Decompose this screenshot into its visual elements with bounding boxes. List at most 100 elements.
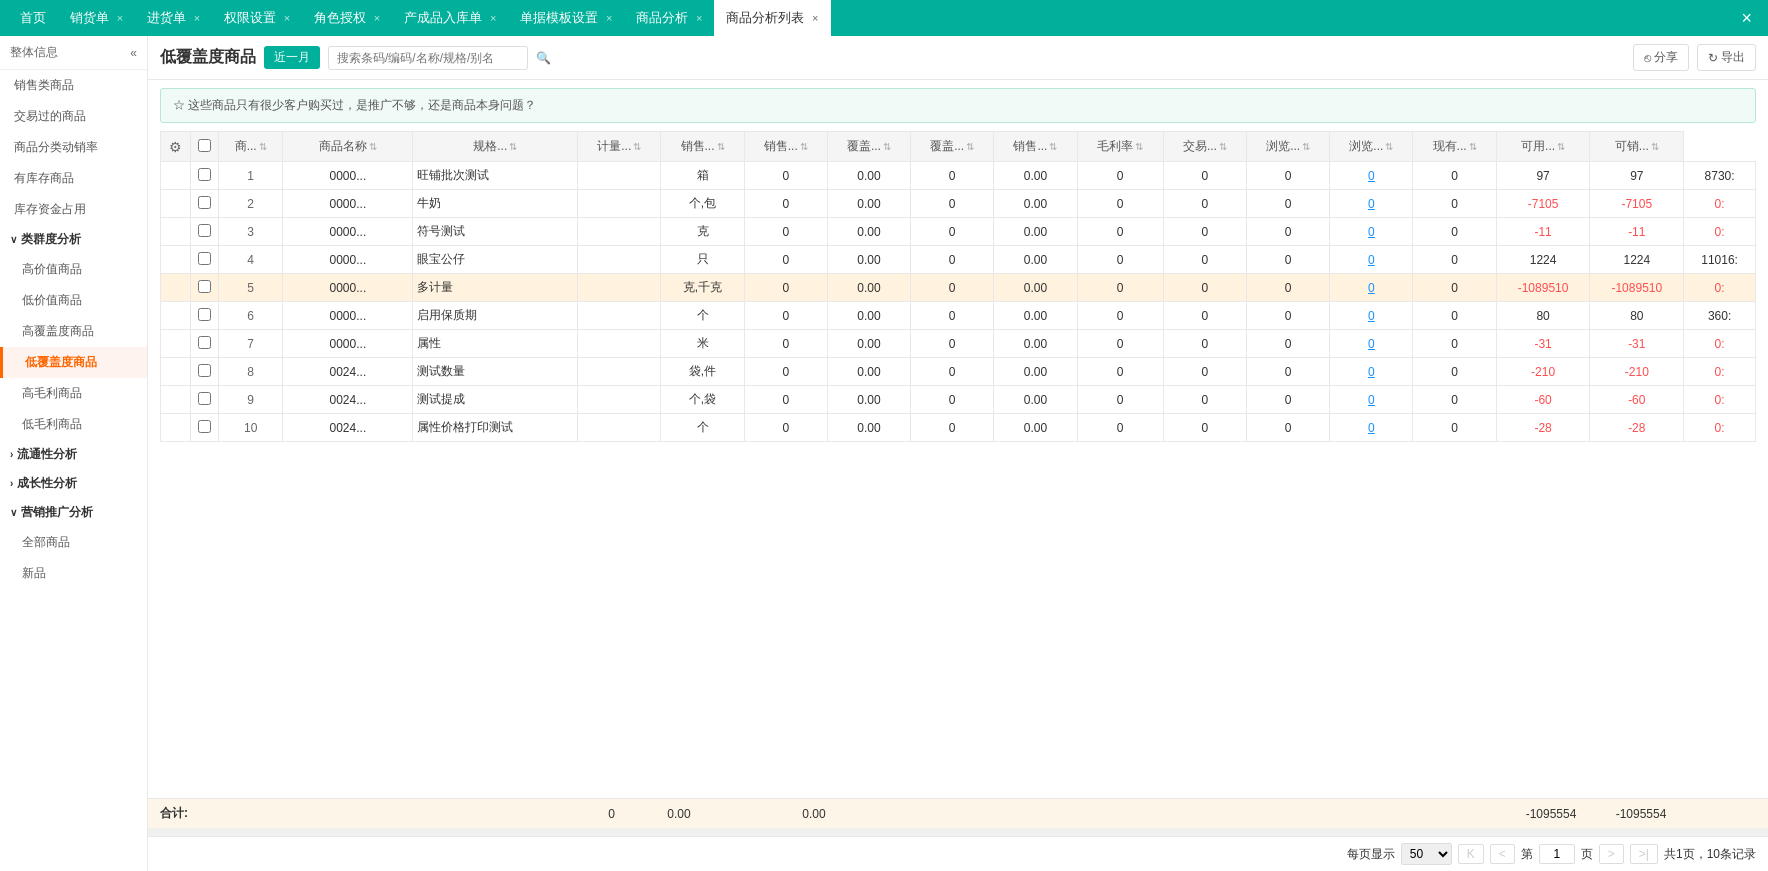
row-select-checkbox[interactable] [198,392,211,405]
next-page-button[interactable]: > [1599,844,1624,864]
period-button[interactable]: 近一月 [264,46,320,69]
row-select-checkbox[interactable] [198,364,211,377]
row-checkbox[interactable] [191,386,219,414]
column-settings-icon[interactable]: ⚙ [169,139,182,155]
nav-close-sales[interactable]: × [117,12,123,24]
nav-close-goods-list[interactable]: × [812,12,818,24]
nav-goods-analysis-list[interactable]: 商品分析列表 × [714,0,830,36]
sales-qty-col-header[interactable]: 销售...⇅ [661,132,744,162]
sidebar-item-high-value[interactable]: 高价值商品 [0,254,147,285]
sales-days-col-header[interactable]: 销售...⇅ [994,132,1077,162]
search-input[interactable] [328,46,528,70]
nav-home[interactable]: 首页 [8,0,58,36]
page-number-input[interactable] [1539,844,1575,864]
nav-template-setting[interactable]: 单据模板设置 × [508,0,624,36]
export-button[interactable]: ↻ 导出 [1697,44,1756,71]
row-name[interactable]: 启用保质期 [413,302,578,330]
row-browse1[interactable]: 0 [1330,358,1413,386]
prev-page-button[interactable]: < [1490,844,1515,864]
sidebar-toggle[interactable]: 整体信息 « [0,36,147,70]
sidebar-section-marketing[interactable]: ∨ 营销推广分析 [0,498,147,527]
sidebar-item-sales-goods[interactable]: 销售类商品 [0,70,147,101]
row-checkbox[interactable] [191,190,219,218]
nav-close-goods-analysis[interactable]: × [696,12,702,24]
row-name[interactable]: 牛奶 [413,190,578,218]
nav-product-inbound[interactable]: 产成品入库单 × [392,0,508,36]
sidebar-item-category-rate[interactable]: 商品分类动销率 [0,132,147,163]
unit-col-header[interactable]: 计量...⇅ [578,132,661,162]
row-name[interactable]: 测试提成 [413,386,578,414]
sidebar-item-high-margin[interactable]: 高毛利商品 [0,378,147,409]
row-name[interactable]: 属性价格打印测试 [413,414,578,442]
browse1-col-header[interactable]: 浏览...⇅ [1247,132,1330,162]
row-settings[interactable] [161,162,191,190]
table-wrapper[interactable]: ⚙ 商...⇅ 商品名称⇅ 规格...⇅ 计量...⇅ 销售...⇅ 销售...… [148,131,1768,798]
horizontal-scrollbar[interactable] [148,828,1768,836]
row-browse1[interactable]: 0 [1330,330,1413,358]
nav-purchase-order[interactable]: 进货单 × [135,0,212,36]
sales-amt-col-header[interactable]: 销售...⇅ [744,132,827,162]
settings-col-header[interactable]: ⚙ [161,132,191,162]
share-button[interactable]: ⎋ 分享 [1633,44,1689,71]
first-page-button[interactable]: K [1458,844,1484,864]
sidebar-section-circulation[interactable]: › 流通性分析 [0,440,147,469]
row-browse1[interactable]: 0 [1330,190,1413,218]
sidebar-item-capital-usage[interactable]: 库存资金占用 [0,194,147,225]
row-name[interactable]: 测试数量 [413,358,578,386]
sidebar-item-stock-goods[interactable]: 有库存商品 [0,163,147,194]
window-close-button[interactable]: × [1733,8,1760,29]
row-browse1[interactable]: 0 [1330,414,1413,442]
row-browse1[interactable]: 0 [1330,218,1413,246]
row-settings[interactable] [161,414,191,442]
nav-close-inbound[interactable]: × [490,12,496,24]
row-name[interactable]: 旺铺批次测试 [413,162,578,190]
row-select-checkbox[interactable] [198,252,211,265]
nav-close-role[interactable]: × [374,12,380,24]
sidebar-item-new-goods[interactable]: 新品 [0,558,147,589]
sidebar-section-group-analysis[interactable]: ∨ 类群度分析 [0,225,147,254]
sidebar-item-low-margin[interactable]: 低毛利商品 [0,409,147,440]
row-checkbox[interactable] [191,218,219,246]
sidebar-collapse-icon[interactable]: « [130,46,137,60]
row-checkbox[interactable] [191,274,219,302]
row-select-checkbox[interactable] [198,308,211,321]
row-select-checkbox[interactable] [198,196,211,209]
code-col-header[interactable]: 商...⇅ [219,132,283,162]
search-icon[interactable]: 🔍 [536,51,551,65]
sidebar-item-traded-goods[interactable]: 交易过的商品 [0,101,147,132]
row-select-checkbox[interactable] [198,168,211,181]
sidebar-item-low-value[interactable]: 低价值商品 [0,285,147,316]
stock-col-header[interactable]: 现有...⇅ [1413,132,1496,162]
nav-close-template[interactable]: × [606,12,612,24]
row-browse1[interactable]: 0 [1330,386,1413,414]
sidebar-item-low-coverage[interactable]: 低覆盖度商品 [0,347,147,378]
cov1-col-header[interactable]: 覆盖...⇅ [827,132,910,162]
select-all-checkbox[interactable] [198,139,211,152]
last-page-button[interactable]: >| [1630,844,1658,864]
row-name[interactable]: 符号测试 [413,218,578,246]
trans-col-header[interactable]: 交易...⇅ [1163,132,1246,162]
nav-close-purchase[interactable]: × [194,12,200,24]
row-settings[interactable] [161,330,191,358]
nav-close-permission[interactable]: × [284,12,290,24]
nav-permission-setting[interactable]: 权限设置 × [212,0,302,36]
row-settings[interactable] [161,246,191,274]
row-browse1[interactable]: 0 [1330,246,1413,274]
row-select-checkbox[interactable] [198,280,211,293]
row-browse1[interactable]: 0 [1330,302,1413,330]
row-name[interactable]: 多计量 [413,274,578,302]
sidebar-item-all-goods[interactable]: 全部商品 [0,527,147,558]
row-settings[interactable] [161,386,191,414]
sidebar-section-growth[interactable]: › 成长性分析 [0,469,147,498]
row-settings[interactable] [161,190,191,218]
row-select-checkbox[interactable] [198,420,211,433]
row-settings[interactable] [161,274,191,302]
row-checkbox[interactable] [191,246,219,274]
gross-rate-col-header[interactable]: 毛利率⇅ [1077,132,1163,162]
sellable-col-header[interactable]: 可销...⇅ [1590,132,1684,162]
sidebar-item-high-coverage[interactable]: 高覆盖度商品 [0,316,147,347]
row-name[interactable]: 属性 [413,330,578,358]
row-checkbox[interactable] [191,330,219,358]
row-select-checkbox[interactable] [198,336,211,349]
row-checkbox[interactable] [191,302,219,330]
